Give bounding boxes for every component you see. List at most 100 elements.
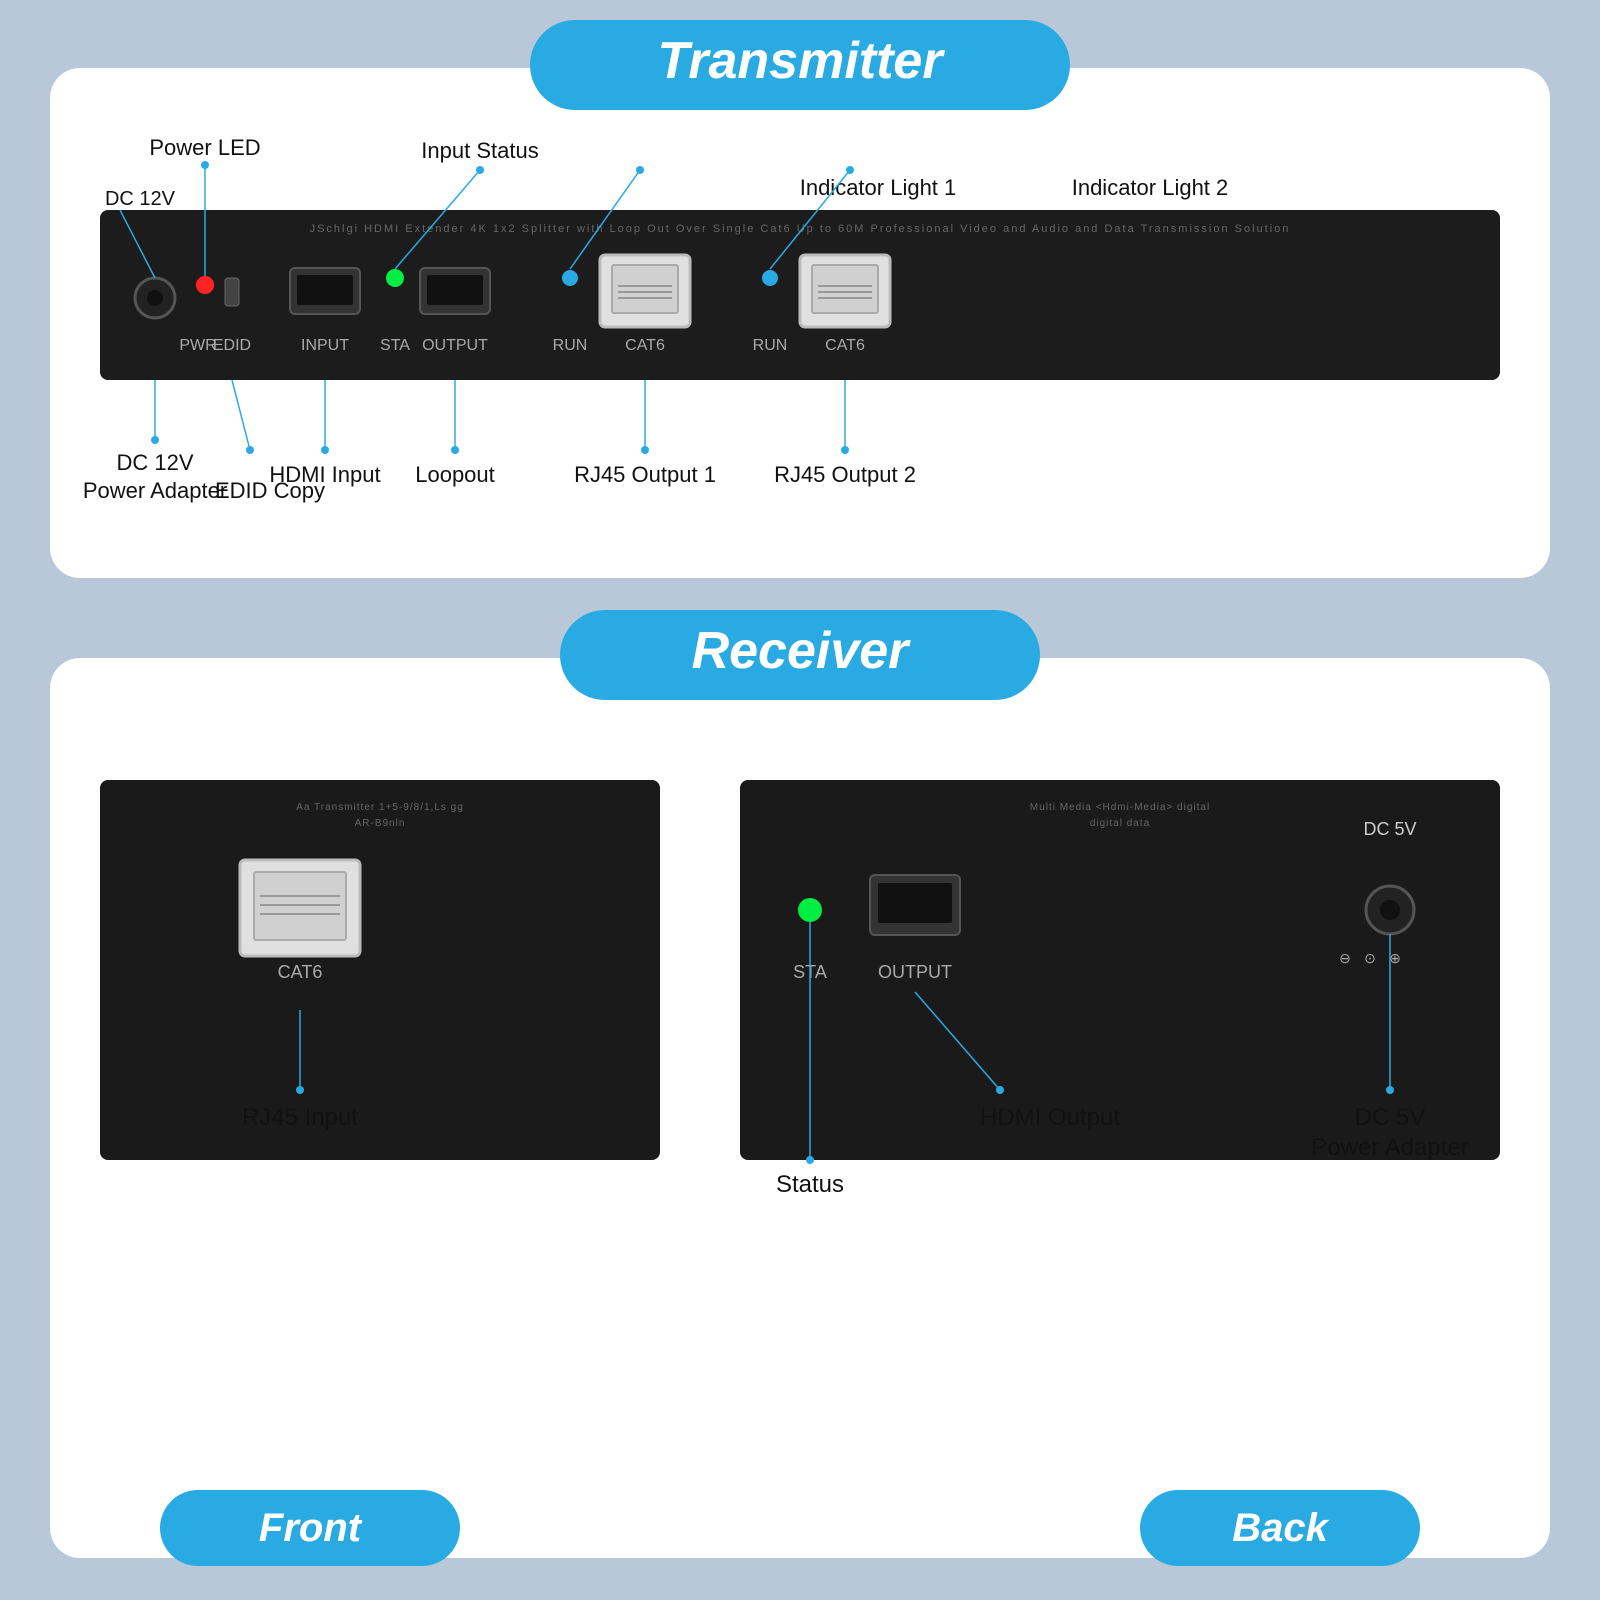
edid-copy-line bbox=[232, 380, 250, 450]
rx-rj45-front[interactable] bbox=[240, 860, 360, 956]
hdmi-input-inner bbox=[297, 275, 353, 305]
sta-label: STA bbox=[380, 337, 410, 354]
indicator1-dot bbox=[636, 166, 644, 174]
cat6-1-label: CAT6 bbox=[625, 337, 665, 354]
transmitter-card bbox=[50, 68, 1550, 578]
rj45-input-dot bbox=[296, 1086, 304, 1094]
rx-status-led bbox=[798, 898, 822, 922]
rj45-pin bbox=[618, 285, 672, 287]
rj45-out1-dot bbox=[641, 446, 649, 454]
dc-adapter-annotation2: Power Adapter bbox=[83, 478, 227, 503]
hdmi-out-line bbox=[915, 992, 1000, 1090]
input-status-dot bbox=[476, 166, 484, 174]
transmitter-badge bbox=[530, 20, 1070, 110]
rj45-out1-annotation: RJ45 Output 1 bbox=[574, 462, 716, 487]
dc-adapter-annotation: DC 12V bbox=[116, 450, 193, 475]
input-status-line bbox=[395, 170, 480, 269]
rj45-pin bbox=[818, 297, 872, 299]
rj45-out2-dot bbox=[841, 446, 849, 454]
hdmi-input-dot bbox=[321, 446, 329, 454]
indicator2-dot bbox=[846, 166, 854, 174]
dc-jack-inner bbox=[147, 290, 163, 306]
dc12v-line bbox=[120, 210, 155, 278]
receiver-badge bbox=[560, 610, 1040, 700]
rx-pin bbox=[260, 913, 340, 915]
edid-copy-dot bbox=[246, 446, 254, 454]
dc5v-device-label: DC 5V bbox=[1363, 819, 1416, 839]
rx-pin bbox=[260, 895, 340, 897]
edid-button[interactable] bbox=[225, 278, 239, 306]
receiver-title: Receiver bbox=[692, 622, 912, 680]
rj45-out2[interactable] bbox=[800, 255, 890, 327]
input-port-label: INPUT bbox=[301, 337, 349, 354]
cat6-2-label: CAT6 bbox=[825, 337, 865, 354]
rx-cat6-label: CAT6 bbox=[278, 962, 323, 982]
status-annotation: Status bbox=[776, 1171, 844, 1198]
rx-output-label: OUTPUT bbox=[878, 962, 952, 982]
receiver-card bbox=[50, 658, 1550, 1558]
rx-hdmi-out[interactable] bbox=[870, 875, 960, 935]
loopout-dot bbox=[451, 446, 459, 454]
front-label: Front bbox=[259, 1506, 363, 1550]
dc-adapter-dot bbox=[151, 436, 159, 444]
rx-dc-jack bbox=[1366, 886, 1414, 934]
run-led-1 bbox=[562, 270, 578, 286]
rx-front-brand2: AR-B9nln bbox=[355, 818, 406, 829]
rx-back-brand2: digital data bbox=[1090, 818, 1150, 829]
back-badge bbox=[1140, 1490, 1420, 1566]
edid-label: EDID bbox=[213, 337, 251, 354]
rx-back-device bbox=[740, 780, 1500, 1160]
sta-led bbox=[386, 269, 404, 287]
rx-dc-plus: ⊕ bbox=[1389, 950, 1401, 966]
rx-back-brand: Multi Media <Hdmi-Media> digital bbox=[1030, 802, 1210, 813]
pwr-led bbox=[196, 276, 214, 294]
back-label: Back bbox=[1232, 1506, 1329, 1550]
run-led-2 bbox=[762, 270, 778, 286]
rj45-pin bbox=[818, 285, 872, 287]
rj45-pin bbox=[618, 291, 672, 293]
rx-rj45-inner bbox=[254, 872, 346, 940]
rx-front-brand: Aa Transmitter 1+5-9/8/1,Ls gg bbox=[296, 802, 464, 813]
rj45-out1[interactable] bbox=[600, 255, 690, 327]
output-port-label: OUTPUT bbox=[422, 337, 488, 354]
run1-label: RUN bbox=[553, 337, 588, 354]
tx-device-body bbox=[100, 210, 1500, 380]
pwr-led-glow bbox=[196, 276, 214, 294]
hdmi-output-port[interactable] bbox=[420, 268, 490, 314]
run2-label: RUN bbox=[753, 337, 788, 354]
rj45-pin bbox=[618, 297, 672, 299]
rx-sta-label: STA bbox=[793, 962, 827, 982]
status-dot bbox=[806, 1156, 814, 1164]
rj45-out2-inner bbox=[812, 265, 878, 313]
power-led-annotation: Power LED bbox=[149, 135, 260, 160]
loopout-annotation: Loopout bbox=[415, 462, 495, 487]
dc5v-dot bbox=[1386, 1086, 1394, 1094]
hdmi-output-inner bbox=[427, 275, 483, 305]
edid-copy-annotation: EDID Copy bbox=[215, 478, 325, 503]
pwr-label: PWR bbox=[179, 337, 216, 354]
input-status-annotation: Input Status bbox=[421, 138, 538, 163]
rx-hdmi-out-inner bbox=[878, 883, 952, 923]
indicator2-annotation: Indicator Light 2 bbox=[1072, 175, 1229, 200]
indicator1-annotation: Indicator Light 1 bbox=[800, 175, 957, 200]
tx-device-brand: JSchlgi HDMI Extender 4K 1x2 Splitter wi… bbox=[310, 223, 1291, 235]
rx-dc-minus: ⊖ bbox=[1339, 950, 1351, 966]
rx-dc-center: ⊙ bbox=[1364, 950, 1376, 966]
indicator2-line bbox=[770, 170, 850, 269]
rj45-input-annotation: RJ45 Input bbox=[242, 1104, 358, 1131]
rx-dc-jack-inner bbox=[1380, 900, 1400, 920]
hdmi-out-annotation: HDMI Output bbox=[980, 1104, 1120, 1131]
rx-front-device bbox=[100, 780, 660, 1160]
indicator1-line bbox=[570, 170, 640, 269]
power-led-dot bbox=[201, 161, 209, 169]
rj45-pin bbox=[818, 291, 872, 293]
front-badge bbox=[160, 1490, 460, 1566]
hdmi-input-port[interactable] bbox=[290, 268, 360, 314]
dc-jack bbox=[135, 278, 175, 318]
hdmi-out-dot bbox=[996, 1086, 1004, 1094]
rj45-out2-annotation: RJ45 Output 2 bbox=[774, 462, 916, 487]
dc5v-annotation2: Power Adapter bbox=[1311, 1134, 1468, 1161]
transmitter-title: Transmitter bbox=[657, 32, 945, 90]
dc12v-top-annotation: DC 12V bbox=[105, 188, 176, 210]
hdmi-input-annotation: HDMI Input bbox=[269, 462, 380, 487]
